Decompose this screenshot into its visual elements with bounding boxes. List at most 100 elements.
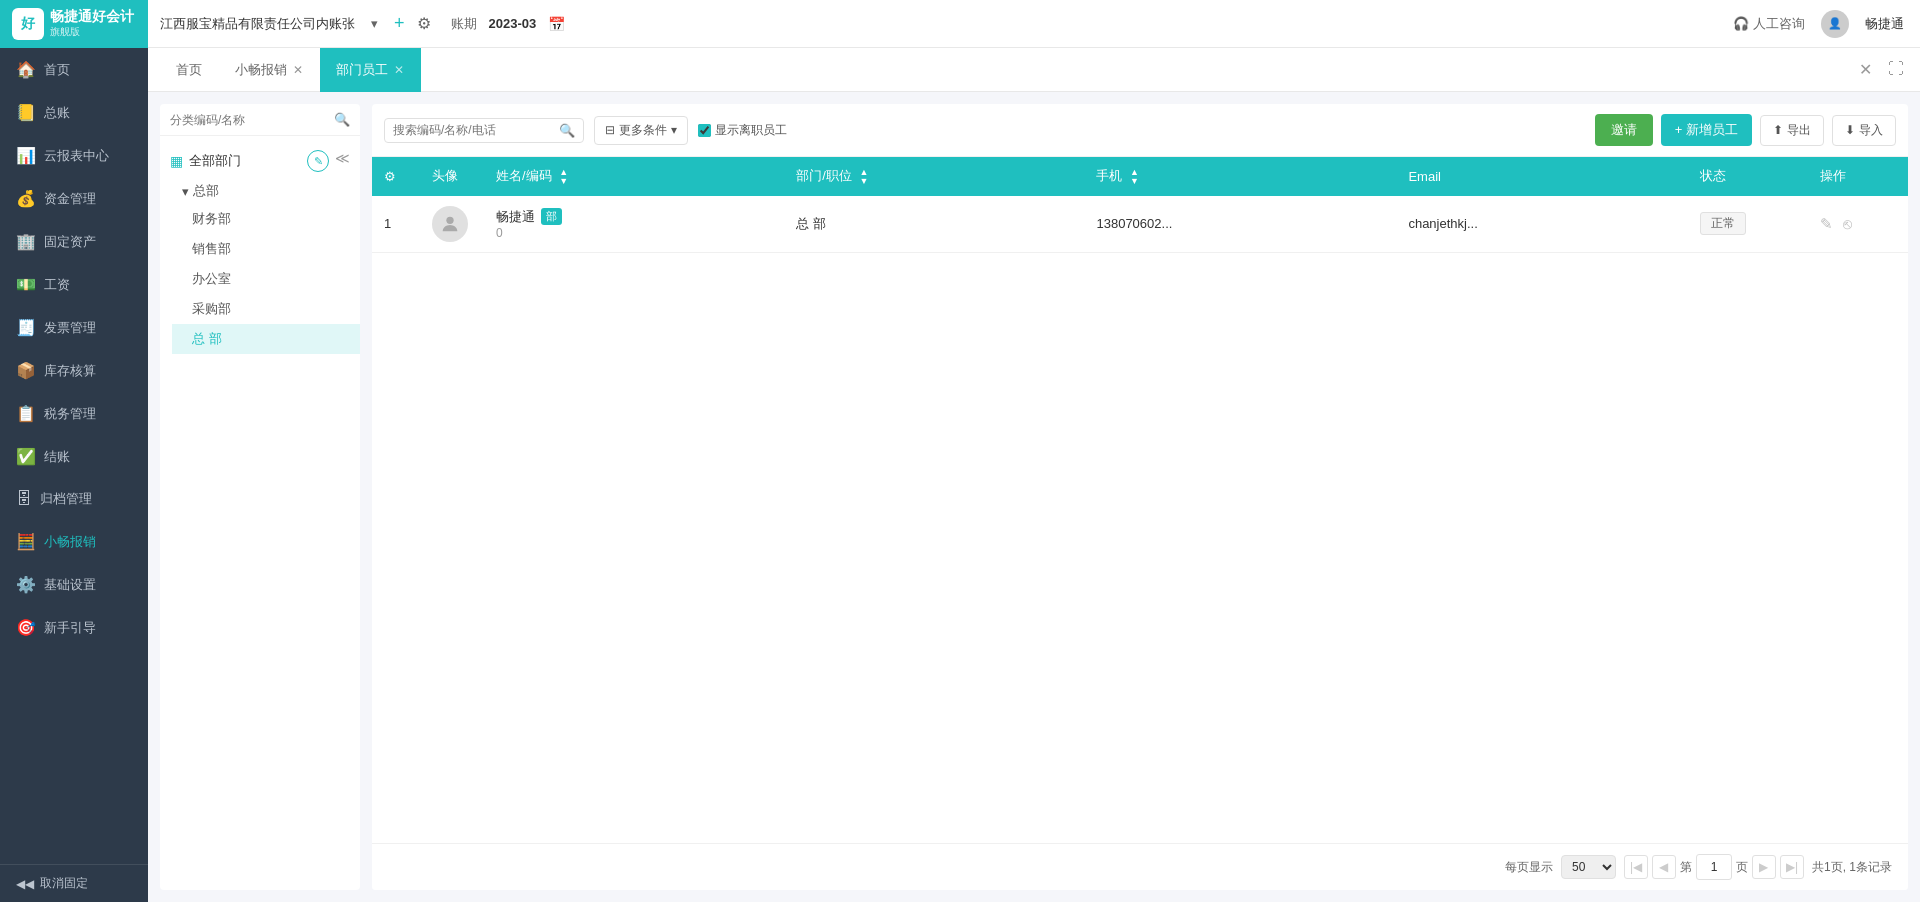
page-size-select[interactable]: 50 100 200	[1561, 855, 1616, 879]
sidebar-item-assets[interactable]: 🏢 固定资产	[0, 220, 148, 263]
show-resigned-checkbox-label[interactable]: 显示离职员工	[698, 122, 787, 139]
user-avatar: 👤	[1821, 10, 1849, 38]
tabs-actions: ✕ ⛶	[1855, 56, 1908, 83]
add-company-button[interactable]: +	[394, 13, 405, 34]
sidebar-item-archive[interactable]: 🗄 归档管理	[0, 478, 148, 520]
invoice-icon: 🧾	[16, 318, 36, 337]
dept-item-purchase[interactable]: 采购部	[172, 294, 360, 324]
col-avatar: 头像	[420, 157, 484, 196]
sidebar-label-archive: 归档管理	[40, 490, 92, 508]
page-label: 第	[1680, 859, 1692, 876]
sidebar-item-capital[interactable]: 💰 资金管理	[0, 177, 148, 220]
company-dropdown-icon[interactable]: ▾	[371, 16, 378, 31]
home-icon: 🏠	[16, 60, 36, 79]
sort-arrows-dept: ▲▼	[859, 168, 868, 186]
add-employee-button[interactable]: + 新增员工	[1661, 114, 1752, 146]
sidebar-item-home[interactable]: 🏠 首页	[0, 48, 148, 91]
pagination-bar: 每页显示 50 100 200 |◀ ◀ 第 页 ▶ ▶|	[372, 843, 1908, 890]
sidebar-item-expense[interactable]: 🧮 小畅报销	[0, 520, 148, 563]
page-input[interactable]	[1696, 854, 1732, 880]
page-total: 共1页, 1条记录	[1812, 859, 1892, 876]
expand-icon: ▾	[182, 184, 189, 199]
sidebar-item-ledger[interactable]: 📒 总账	[0, 91, 148, 134]
row-name-cell: 畅捷通 部 0	[484, 196, 784, 253]
dept-edit-button[interactable]: ✎	[307, 150, 329, 172]
dept-collapse-icon[interactable]: ≪	[335, 150, 350, 172]
dept-search-area: 🔍	[160, 104, 360, 136]
employee-search-input[interactable]	[393, 123, 553, 137]
page-next-button[interactable]: ▶	[1752, 855, 1776, 879]
dept-item-finance[interactable]: 财务部	[172, 204, 360, 234]
page-nav: |◀ ◀ 第 页 ▶ ▶|	[1624, 854, 1804, 880]
top-bar-right: 🎧 人工咨询 👤 畅捷通	[1733, 10, 1904, 38]
row-email: chanjethkj...	[1396, 196, 1688, 253]
all-dept-header[interactable]: ▦ 全部部门 ✎ ≪	[160, 144, 360, 178]
headset-icon: 🎧	[1733, 16, 1749, 31]
page-last-button[interactable]: ▶|	[1780, 855, 1804, 879]
action-icons: ✎ ⎋	[1820, 215, 1896, 233]
sidebar-item-close[interactable]: ✅ 结账	[0, 435, 148, 478]
sidebar-item-tax[interactable]: 📋 税务管理	[0, 392, 148, 435]
tab-expense[interactable]: 小畅报销 ✕	[219, 48, 320, 92]
sidebar-pin-button[interactable]: ◀◀ 取消固定	[0, 864, 148, 902]
row-actions: ✎ ⎋	[1808, 196, 1908, 253]
tab-dept-label: 部门员工	[336, 61, 388, 79]
dept-group-header: ▾ 总部	[172, 178, 360, 204]
tab-expense-close-icon[interactable]: ✕	[293, 63, 303, 77]
toolbar-right: 邀请 + 新增员工 ⬆ 导出 ⬇ 导入	[1595, 114, 1896, 146]
dept-header-right: ✎ ≪	[307, 150, 350, 172]
service-button[interactable]: 🎧 人工咨询	[1733, 15, 1805, 33]
sidebar-item-settings[interactable]: ⚙️ 基础设置	[0, 563, 148, 606]
reports-icon: 📊	[16, 146, 36, 165]
company-name: 江西服宝精品有限责任公司内账张	[160, 15, 355, 33]
dept-item-sales[interactable]: 销售部	[172, 234, 360, 264]
inventory-icon: 📦	[16, 361, 36, 380]
export-label: 导出	[1787, 122, 1811, 139]
import-label: 导入	[1859, 122, 1883, 139]
page-unit: 页	[1736, 859, 1748, 876]
col-dept[interactable]: 部门/职位 ▲▼	[784, 157, 1084, 196]
sidebar-label-salary: 工资	[44, 276, 70, 294]
filter-button[interactable]: ⊟ 更多条件 ▾	[594, 116, 688, 145]
sidebar-item-guide[interactable]: 🎯 新手引导	[0, 606, 148, 649]
sidebar-item-salary[interactable]: 💵 工资	[0, 263, 148, 306]
dept-item-general[interactable]: 总 部	[172, 324, 360, 354]
logout-icon[interactable]: ⎋	[1843, 215, 1852, 232]
top-bar: 好 畅捷通好会计 旗舰版 江西服宝精品有限责任公司内账张 ▾ + ⚙ 账期 20…	[0, 0, 1920, 48]
dept-item-office[interactable]: 办公室	[172, 264, 360, 294]
sidebar-item-invoice[interactable]: 🧾 发票管理	[0, 306, 148, 349]
page-first-button[interactable]: |◀	[1624, 855, 1648, 879]
import-button[interactable]: ⬇ 导入	[1832, 115, 1896, 146]
tab-dept-close-icon[interactable]: ✕	[394, 63, 404, 77]
tab-dept-employee[interactable]: 部门员工 ✕	[320, 48, 421, 92]
sidebar: 🏠 首页 📒 总账 📊 云报表中心 💰 资金管理 🏢 固定资产 💵 工资 🧾 发…	[0, 48, 148, 902]
export-button[interactable]: ⬆ 导出	[1760, 115, 1824, 146]
dept-search-icon[interactable]: 🔍	[334, 112, 350, 127]
page-prev-button[interactable]: ◀	[1652, 855, 1676, 879]
tab-expand-icon[interactable]: ⛶	[1884, 56, 1908, 83]
col-name[interactable]: 姓名/编码 ▲▼	[484, 157, 784, 196]
col-settings[interactable]: ⚙	[372, 157, 420, 196]
all-dept-label: 全部部门	[189, 152, 241, 170]
col-email: Email	[1396, 157, 1688, 196]
row-status: 正常	[1688, 196, 1808, 253]
sidebar-item-reports[interactable]: 📊 云报表中心	[0, 134, 148, 177]
svg-point-0	[446, 216, 453, 223]
user-name[interactable]: 畅捷通	[1865, 15, 1904, 33]
dept-search-input[interactable]	[170, 113, 328, 127]
tab-expense-label: 小畅报销	[235, 61, 287, 79]
col-phone[interactable]: 手机 ▲▼	[1084, 157, 1396, 196]
edit-icon[interactable]: ✎	[1820, 215, 1833, 233]
logo-text: 畅捷通好会计	[50, 8, 134, 25]
avatar-circle	[432, 206, 468, 242]
settings-icon[interactable]: ⚙	[417, 14, 431, 33]
tab-minimize-icon[interactable]: ✕	[1855, 56, 1876, 83]
sidebar-label-guide: 新手引导	[44, 619, 96, 637]
invite-button[interactable]: 邀请	[1595, 114, 1653, 146]
tab-home[interactable]: 首页	[160, 48, 219, 92]
employee-search-icon[interactable]: 🔍	[559, 123, 575, 138]
show-resigned-checkbox[interactable]	[698, 124, 711, 137]
sidebar-label-settings: 基础设置	[44, 576, 96, 594]
calendar-icon[interactable]: 📅	[548, 16, 565, 32]
sidebar-item-inventory[interactable]: 📦 库存核算	[0, 349, 148, 392]
